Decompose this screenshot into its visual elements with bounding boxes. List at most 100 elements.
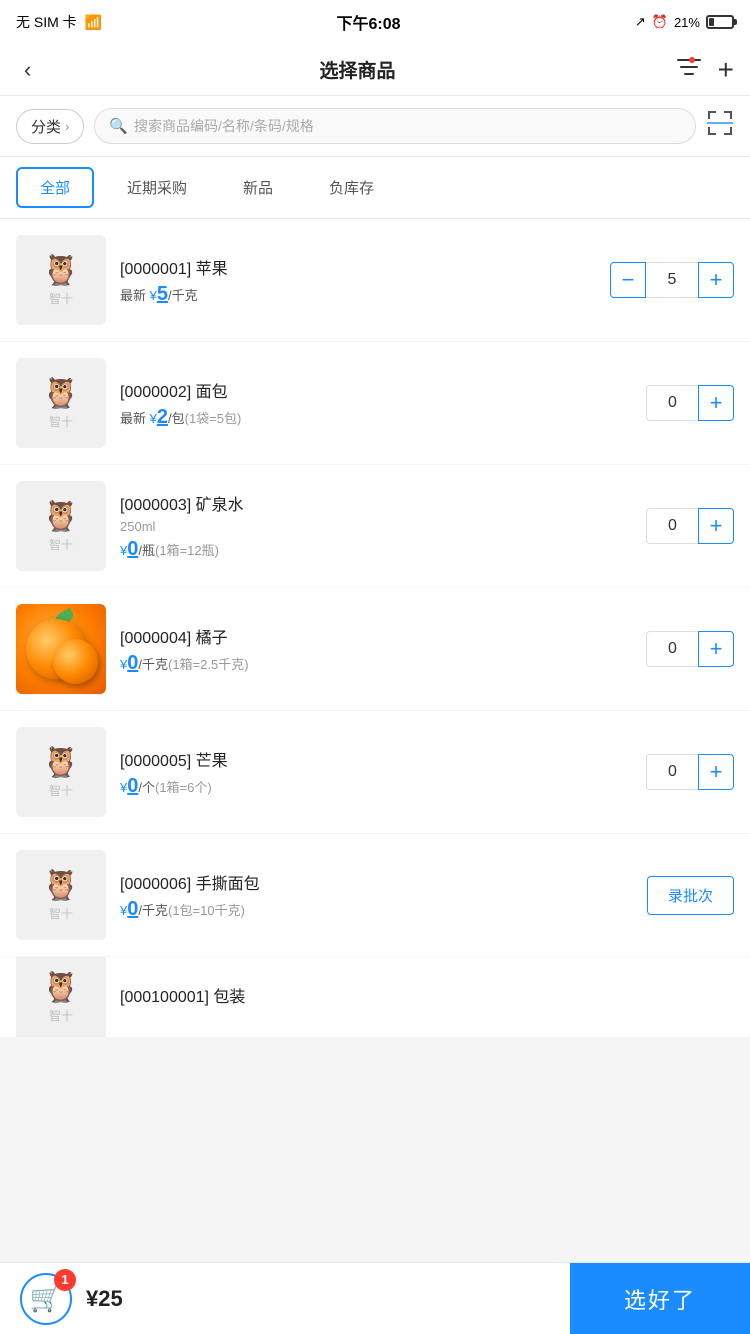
qty-minus-apple[interactable]: − <box>610 262 646 298</box>
owl-text: 智十 <box>49 782 73 799</box>
product-image-mango: 🦉 智十 <box>16 727 106 817</box>
battery-percent: 21% <box>674 15 700 30</box>
product-info-mango: [0000005] 芒果 ¥0/个(1箱=6个) <box>120 747 632 798</box>
qty-plus-water[interactable]: + <box>698 508 734 544</box>
qty-input-water[interactable] <box>646 508 698 544</box>
product-price-torn-bread: ¥0/千克(1包=10千克) <box>120 898 633 921</box>
product-info-bread: [0000002] 面包 最新 ¥2/包(1袋=5包) <box>120 378 632 429</box>
product-image-packaging: 🦉 智十 <box>16 957 106 1037</box>
product-list: 🦉 智十 [0000001] 苹果 最新 ¥5/千克 − + 🦉 智十 [000… <box>0 219 750 1118</box>
product-price-mango: ¥0/个(1箱=6个) <box>120 775 632 798</box>
owl-text: 智十 <box>49 290 73 307</box>
product-price-bread: 最新 ¥2/包(1袋=5包) <box>120 406 632 429</box>
product-image-apple: 🦉 智十 <box>16 235 106 325</box>
qty-control-water: + <box>646 508 734 544</box>
qty-control-mango: + <box>646 754 734 790</box>
batch-button[interactable]: 录批次 <box>647 876 734 915</box>
filter-icon[interactable] <box>676 56 702 84</box>
qty-control-orange: + <box>646 631 734 667</box>
qty-input-bread[interactable] <box>646 385 698 421</box>
product-spec-water: 250ml <box>120 519 632 534</box>
product-info-orange: [0000004] 橘子 ¥0/千克(1箱=2.5千克) <box>120 624 632 675</box>
chevron-right-icon: › <box>65 119 69 134</box>
product-name-orange: [0000004] 橘子 <box>120 624 632 648</box>
page-title: 选择商品 <box>319 56 395 83</box>
cart-badge: 1 <box>54 1269 76 1291</box>
product-image-bread: 🦉 智十 <box>16 358 106 448</box>
qty-input-orange[interactable] <box>646 631 698 667</box>
orange-circle-2 <box>53 639 98 684</box>
product-item-orange: [0000004] 橘子 ¥0/千克(1箱=2.5千克) + <box>0 588 750 710</box>
product-info-packaging: [000100001] 包装 <box>120 983 734 1011</box>
alarm-icon: ⏰ <box>652 14 668 30</box>
qty-control-apple: − + <box>610 262 734 298</box>
battery-bar <box>706 15 734 29</box>
tab-bar: 全部 近期采购 新品 负库存 <box>0 157 750 219</box>
product-item-apple: 🦉 智十 [0000001] 苹果 最新 ¥5/千克 − + <box>0 219 750 341</box>
carrier-text: 无 SIM 卡 <box>16 12 77 32</box>
status-time: 下午6:08 <box>336 10 400 34</box>
nav-actions: + <box>676 54 734 86</box>
add-icon[interactable]: + <box>718 54 734 86</box>
qty-plus-mango[interactable]: + <box>698 754 734 790</box>
owl-text: 智十 <box>49 536 73 553</box>
tab-new[interactable]: 新品 <box>220 167 296 208</box>
location-icon: ↗ <box>635 14 646 30</box>
cart-icon-button[interactable]: 🛒 1 <box>20 1273 72 1325</box>
battery-fill <box>709 18 714 26</box>
product-price-apple: 最新 ¥5/千克 <box>120 283 596 306</box>
cart-total: ¥25 <box>86 1286 123 1312</box>
nav-bar: ‹ 选择商品 + <box>0 44 750 96</box>
product-info-water: [0000003] 矿泉水 250ml ¥0/瓶(1箱=12瓶) <box>120 491 632 561</box>
status-left: 无 SIM 卡 📶 <box>16 12 102 32</box>
scan-icon[interactable] <box>706 109 734 143</box>
product-info-torn-bread: [0000006] 手撕面包 ¥0/千克(1包=10千克) <box>120 870 633 921</box>
qty-input-mango[interactable] <box>646 754 698 790</box>
product-name-packaging: [000100001] 包装 <box>120 983 734 1007</box>
owl-icon: 🦉 <box>42 253 79 288</box>
product-info-apple: [0000001] 苹果 最新 ¥5/千克 <box>120 255 596 306</box>
bottom-bar: 🛒 1 ¥25 选好了 <box>0 1262 750 1334</box>
product-price-water: ¥0/瓶(1箱=12瓶) <box>120 538 632 561</box>
product-item-bread: 🦉 智十 [0000002] 面包 最新 ¥2/包(1袋=5包) + <box>0 342 750 464</box>
wifi-icon: 📶 <box>85 14 102 31</box>
bottom-spacer <box>0 1038 750 1118</box>
product-item-torn-bread: 🦉 智十 [0000006] 手撕面包 ¥0/千克(1包=10千克) 录批次 <box>0 834 750 956</box>
product-item-mango: 🦉 智十 [0000005] 芒果 ¥0/个(1箱=6个) + <box>0 711 750 833</box>
tab-negative[interactable]: 负库存 <box>306 167 397 208</box>
product-image-orange <box>16 604 106 694</box>
product-name-bread: [0000002] 面包 <box>120 378 632 402</box>
owl-icon: 🦉 <box>42 376 79 411</box>
status-bar: 无 SIM 卡 📶 下午6:08 ↗ ⏰ 21% <box>0 0 750 44</box>
product-price-orange: ¥0/千克(1箱=2.5千克) <box>120 652 632 675</box>
owl-icon: 🦉 <box>42 970 79 1005</box>
owl-icon: 🦉 <box>42 499 79 534</box>
tab-all[interactable]: 全部 <box>16 167 94 208</box>
product-item-water: 🦉 智十 [0000003] 矿泉水 250ml ¥0/瓶(1箱=12瓶) + <box>0 465 750 587</box>
qty-plus-bread[interactable]: + <box>698 385 734 421</box>
search-placeholder: 搜索商品编码/名称/条码/规格 <box>134 116 314 136</box>
filter-bar: 分类 › 🔍 搜索商品编码/名称/条码/规格 <box>0 96 750 157</box>
search-box[interactable]: 🔍 搜索商品编码/名称/条码/规格 <box>94 108 696 144</box>
owl-text: 智十 <box>49 1007 73 1024</box>
owl-icon: 🦉 <box>42 745 79 780</box>
qty-input-apple[interactable] <box>646 262 698 298</box>
qty-plus-orange[interactable]: + <box>698 631 734 667</box>
search-icon: 🔍 <box>109 117 128 135</box>
owl-text: 智十 <box>49 905 73 922</box>
qty-plus-apple[interactable]: + <box>698 262 734 298</box>
cart-section: 🛒 1 ¥25 <box>0 1273 570 1325</box>
category-button[interactable]: 分类 › <box>16 109 84 144</box>
confirm-button[interactable]: 选好了 <box>570 1263 750 1334</box>
owl-text: 智十 <box>49 413 73 430</box>
product-name-water: [0000003] 矿泉水 <box>120 491 632 515</box>
tab-recent[interactable]: 近期采购 <box>104 167 210 208</box>
product-image-water: 🦉 智十 <box>16 481 106 571</box>
qty-control-bread: + <box>646 385 734 421</box>
product-name-torn-bread: [0000006] 手撕面包 <box>120 870 633 894</box>
product-name-apple: [0000001] 苹果 <box>120 255 596 279</box>
back-button[interactable]: ‹ <box>16 49 39 91</box>
product-item-packaging: 🦉 智十 [000100001] 包装 <box>0 957 750 1037</box>
product-name-mango: [0000005] 芒果 <box>120 747 632 771</box>
owl-icon: 🦉 <box>42 868 79 903</box>
